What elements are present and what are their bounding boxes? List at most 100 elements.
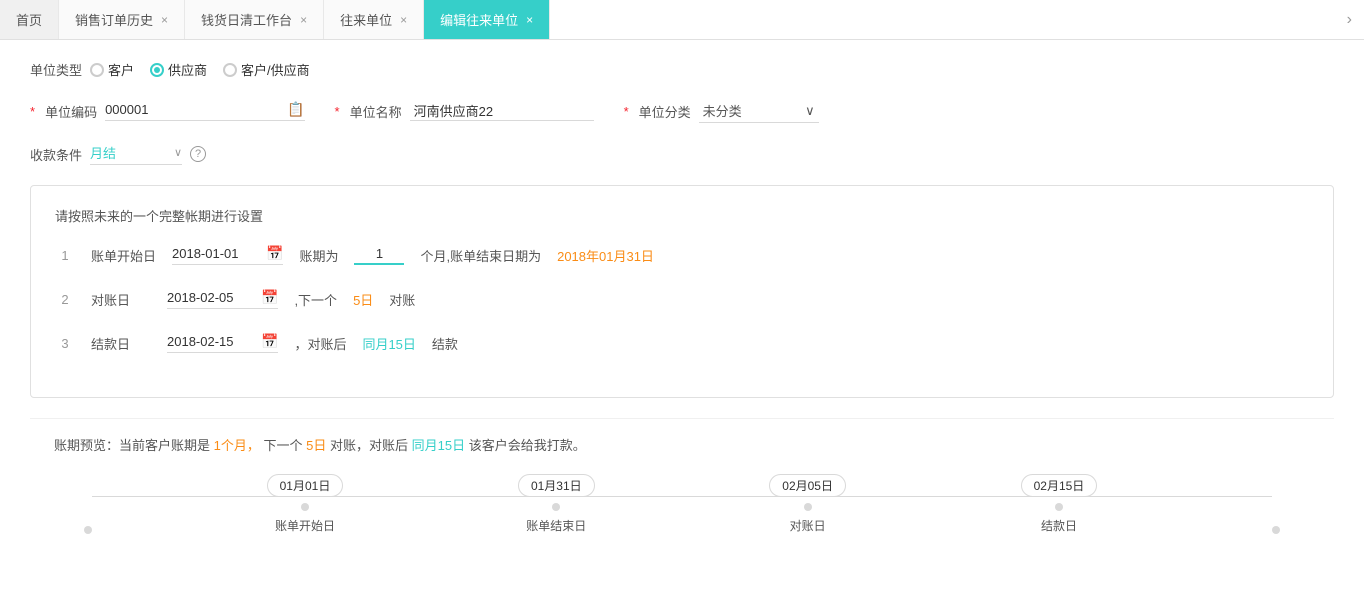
tab-more-button[interactable]: › [1335, 11, 1364, 29]
timeline-point-4: 02月15日 结款日 [1021, 474, 1098, 534]
preview-highlight2: 5日 [306, 438, 326, 453]
tab-edit-partner[interactable]: 编辑往来单位 × [424, 0, 550, 39]
radio-both[interactable]: 客户/供应商 [223, 60, 310, 79]
timeline-badge-2: 01月31日 [518, 474, 595, 497]
help-icon[interactable]: ? [190, 146, 206, 162]
period-settings-box: 请按照未来的一个完整帐期进行设置 1 账单开始日 📅 账期为 个月,账单结束日期… [30, 185, 1334, 398]
period-field-label-3: 结款日 [91, 334, 151, 353]
period-row2-suffix: 对账 [389, 290, 415, 309]
unit-category-group: * 单位分类 未分类 ∨ [624, 99, 819, 123]
preview-section: 账期预览：当前客户账期是 1个月， 下一个 5日 对账，对账后 同月15日 该客… [30, 418, 1334, 550]
period-date-input-1: 📅 [172, 245, 283, 265]
period-field-label-1: 账单开始日 [91, 246, 156, 265]
unit-name-star: * [335, 104, 340, 119]
radio-supplier-circle [150, 63, 164, 77]
unit-name-group: * 单位名称 [335, 101, 594, 121]
radio-customer[interactable]: 客户 [90, 60, 134, 79]
period-row3-prefix: ，对账后 [294, 334, 346, 353]
timeline-point-3: 02月05日 对账日 [769, 474, 846, 534]
tab-cash-workbench-close[interactable]: × [300, 13, 307, 27]
payment-terms-row: 收款条件 月结 ∨ ? [30, 143, 1334, 165]
unit-type-row: 单位类型 客户 供应商 客户/供应商 [30, 60, 1334, 79]
calendar-icon-3[interactable]: 📅 [261, 333, 278, 350]
payment-terms-chevron-icon: ∨ [174, 146, 182, 159]
preview-middle2: 对账，对账后 [330, 438, 408, 453]
period-row3-highlight: 同月15日 [362, 334, 415, 353]
tab-home[interactable]: 首页 [0, 0, 59, 39]
unit-category-dropdown[interactable]: 未分类 ∨ [699, 99, 819, 123]
timeline-badge-1: 01月01日 [267, 474, 344, 497]
unit-code-label: 单位编码 [45, 102, 97, 121]
period-date-input-3: 📅 [167, 333, 278, 353]
unit-code-input[interactable] [105, 102, 281, 117]
unit-name-input[interactable] [410, 101, 594, 121]
period-num-1: 1 [55, 248, 75, 263]
period-box-title: 请按照未来的一个完整帐期进行设置 [55, 206, 1309, 225]
preview-middle1: 下一个 [264, 438, 303, 453]
tab-sales-history-close[interactable]: × [161, 13, 168, 27]
timeline-badge-3: 02月05日 [769, 474, 846, 497]
period-row-3: 3 结款日 📅 ，对账后 同月15日 结款 [55, 333, 1309, 353]
timeline-dot-1 [301, 503, 309, 511]
radio-both-label: 客户/供应商 [241, 60, 310, 79]
unit-code-star: * [30, 104, 35, 119]
radio-customer-label: 客户 [108, 60, 134, 79]
unit-info-row: * 单位编码 📋 * 单位名称 * 单位分类 未分类 ∨ [30, 99, 1334, 123]
tab-partner-units[interactable]: 往来单位 × [324, 0, 424, 39]
tab-sales-history-label: 销售订单历史 [75, 10, 153, 29]
payment-terms-label: 收款条件 [30, 145, 82, 164]
timeline-dot-4 [1055, 503, 1063, 511]
tab-edit-partner-label: 编辑往来单位 [440, 10, 518, 29]
radio-group: 客户 供应商 客户/供应商 [90, 60, 310, 79]
tab-edit-partner-close[interactable]: × [526, 13, 533, 27]
timeline-label-4: 结款日 [1041, 517, 1077, 534]
period-end-date: 2018年01月31日 [557, 246, 654, 265]
preview-suffix: 该客户会给我打款。 [469, 438, 586, 453]
radio-supplier-label: 供应商 [168, 60, 207, 79]
calendar-icon-1[interactable]: 📅 [266, 245, 283, 262]
payment-terms-group: 收款条件 月结 ∨ ? [30, 143, 206, 165]
unit-category-star: * [624, 104, 629, 119]
timeline-end-dot [1272, 526, 1280, 534]
unit-code-input-wrapper: 📋 [105, 101, 304, 121]
timeline-label-1: 账单开始日 [275, 517, 335, 534]
calendar-icon-2[interactable]: 📅 [261, 289, 278, 306]
tab-partner-units-close[interactable]: × [400, 13, 407, 27]
radio-supplier[interactable]: 供应商 [150, 60, 207, 79]
timeline-label-2: 账单结束日 [526, 517, 586, 534]
period-date-field-2[interactable] [167, 290, 257, 305]
preview-highlight3: 同月15日 [412, 438, 465, 453]
period-months-field[interactable] [354, 246, 404, 261]
unit-type-label: 单位类型 [30, 60, 82, 79]
unit-code-group: * 单位编码 📋 [30, 101, 305, 121]
tab-partner-units-label: 往来单位 [340, 10, 392, 29]
timeline-point-2: 01月31日 账单结束日 [518, 474, 595, 534]
copy-icon[interactable]: 📋 [287, 101, 304, 118]
period-row2-highlight: 5日 [353, 290, 373, 309]
period-num-3: 3 [55, 336, 75, 351]
period-field-label-2: 对账日 [91, 290, 151, 309]
payment-terms-value: 月结 [90, 143, 170, 162]
period-row-2: 2 对账日 📅 ,下一个 5日 对账 [55, 289, 1309, 309]
timeline-label-3: 对账日 [790, 517, 826, 534]
period-date-field-1[interactable] [172, 246, 262, 261]
tab-home-label: 首页 [16, 10, 42, 29]
tab-sales-history[interactable]: 销售订单历史 × [59, 0, 185, 39]
tabs-bar: 首页 销售订单历史 × 钱货日清工作台 × 往来单位 × 编辑往来单位 × › [0, 0, 1364, 40]
payment-terms-select[interactable]: 月结 ∨ [90, 143, 182, 165]
period-row3-suffix: 结款 [432, 334, 458, 353]
tab-cash-workbench-label: 钱货日清工作台 [201, 10, 292, 29]
period-date-field-3[interactable] [167, 334, 257, 349]
tab-cash-workbench[interactable]: 钱货日清工作台 × [185, 0, 324, 39]
period-months-unit: 个月,账单结束日期为 [420, 246, 541, 265]
unit-category-value: 未分类 [703, 101, 742, 120]
period-date-input-2: 📅 [167, 289, 278, 309]
unit-name-label: 单位名称 [350, 102, 402, 121]
unit-category-arrow-icon: ∨ [805, 103, 815, 119]
timeline-end [1272, 508, 1280, 534]
timeline-point-1: 01月01日 账单开始日 [267, 474, 344, 534]
period-months-input [354, 246, 404, 265]
period-num-2: 2 [55, 292, 75, 307]
timeline-start [84, 508, 92, 534]
timeline-start-dot [84, 526, 92, 534]
